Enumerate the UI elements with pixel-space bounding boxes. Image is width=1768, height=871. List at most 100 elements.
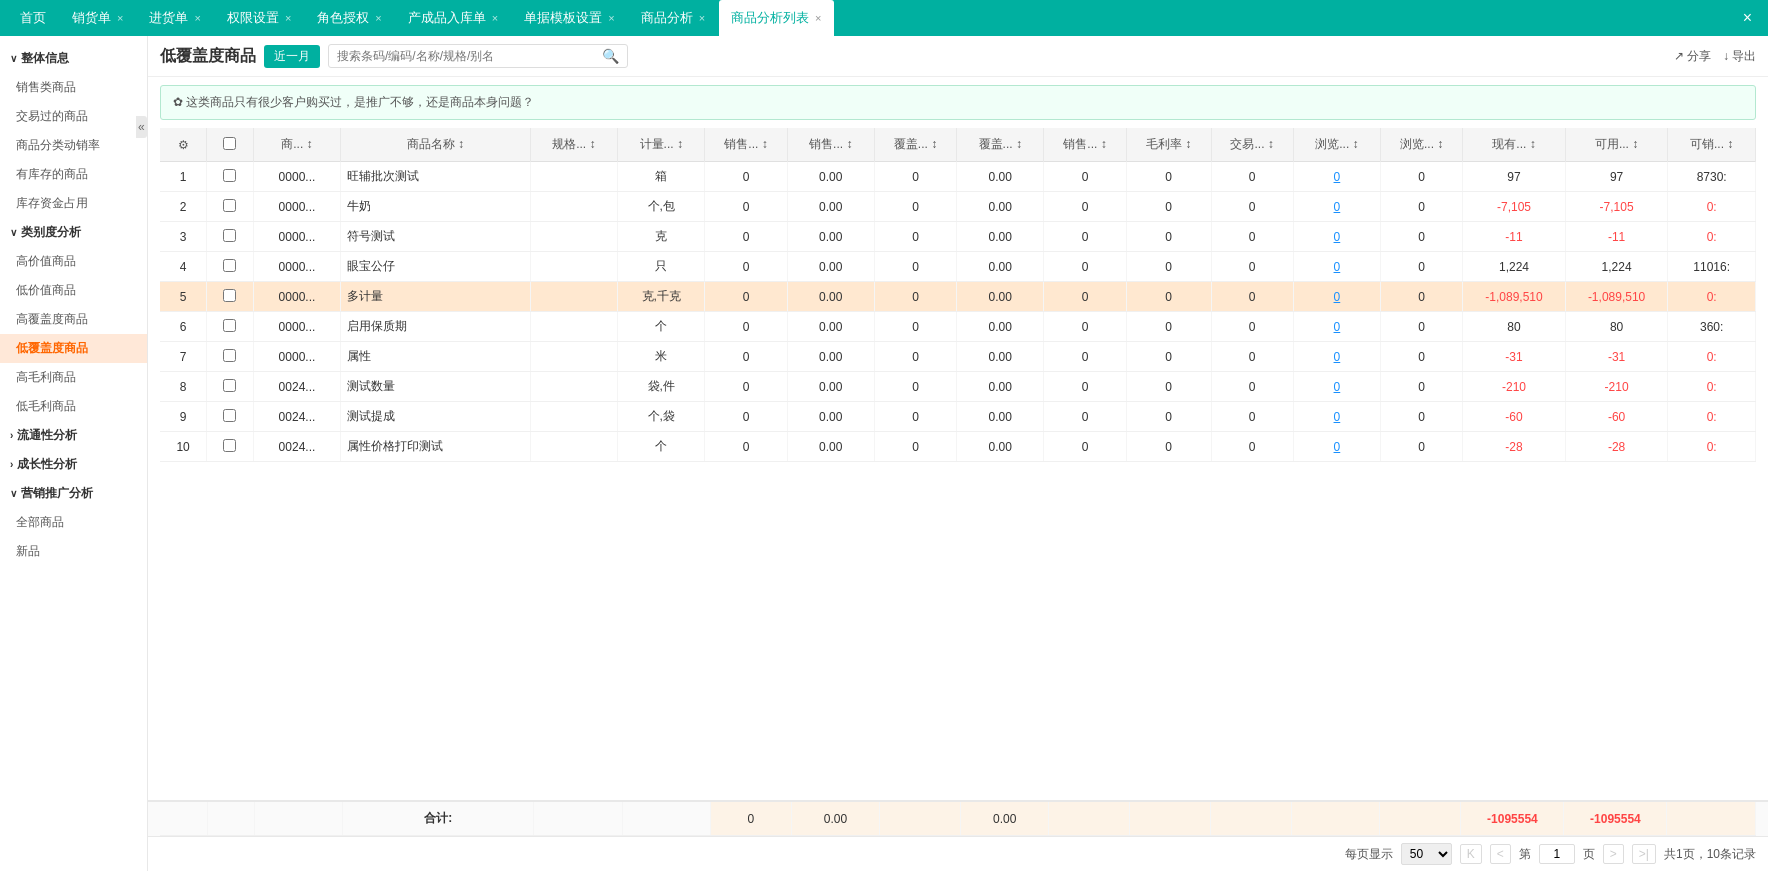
row-checkbox[interactable] [207,192,254,222]
nav-home[interactable]: 首页 [8,0,58,36]
col-cover2[interactable]: 覆盖... ↕ [957,128,1044,162]
nav-product-inbound[interactable]: 产成品入库单 × [396,0,510,36]
col-sales-qty[interactable]: 销售... ↕ [705,128,787,162]
col-sales3[interactable]: 销售... ↕ [1044,128,1126,162]
nav-close-icon[interactable]: × [375,12,381,24]
row-select-checkbox[interactable] [223,409,236,422]
row-checkbox[interactable] [207,372,254,402]
share-button[interactable]: ↗ 分享 [1674,48,1711,65]
row-sales3: 0 [1044,192,1126,222]
sidebar-section-marketing[interactable]: ∨ 营销推广分析 [0,479,147,508]
export-button[interactable]: ↓ 导出 [1723,48,1756,65]
sidebar-item-stock-goods[interactable]: 有库存的商品 [0,160,147,189]
col-stock-avail[interactable]: 可用... ↕ [1565,128,1668,162]
col-sales-amt[interactable]: 销售... ↕ [787,128,874,162]
per-page-select[interactable]: 50 20 100 [1401,843,1452,865]
row-select-checkbox[interactable] [223,229,236,242]
nav-sales-order[interactable]: 销货单 × [60,0,135,36]
row-checkbox[interactable] [207,222,254,252]
col-gross-rate[interactable]: 毛利率 ↕ [1126,128,1211,162]
col-browse2[interactable]: 浏览... ↕ [1381,128,1463,162]
nav-product-analysis-list[interactable]: 商品分析列表 × [719,0,833,36]
nav-close-icon[interactable]: × [117,12,123,24]
row-select-checkbox[interactable] [223,349,236,362]
row-browse1[interactable]: 0 [1293,342,1380,372]
sidebar-item-high-value[interactable]: 高价值商品 [0,247,147,276]
nav-close-icon[interactable]: × [285,12,291,24]
row-checkbox[interactable] [207,402,254,432]
col-settings[interactable]: ⚙ [160,128,207,162]
row-select-checkbox[interactable] [223,319,236,332]
row-browse1[interactable]: 0 [1293,432,1380,462]
nav-close-icon[interactable]: × [608,12,614,24]
col-unit[interactable]: 计量... ↕ [618,128,705,162]
last-page-button[interactable]: >| [1632,844,1656,864]
search-input[interactable] [337,49,598,63]
row-browse1[interactable]: 0 [1293,402,1380,432]
row-checkbox[interactable] [207,162,254,192]
nav-close-icon[interactable]: × [194,12,200,24]
row-checkbox[interactable] [207,312,254,342]
col-name[interactable]: 商品名称 ↕ [341,128,530,162]
search-icon[interactable]: 🔍 [602,48,619,64]
sidebar-item-high-coverage[interactable]: 高覆盖度商品 [0,305,147,334]
sidebar-collapse-button[interactable]: « [136,116,147,138]
sidebar-section-growth[interactable]: › 成长性分析 [0,450,147,479]
sidebar-item-new-goods[interactable]: 新品 [0,537,147,566]
col-browse1[interactable]: 浏览... ↕ [1293,128,1380,162]
row-browse1[interactable]: 0 [1293,252,1380,282]
row-browse1[interactable]: 0 [1293,312,1380,342]
row-checkbox[interactable] [207,282,254,312]
sidebar-section-overall[interactable]: ∨ 整体信息 [0,44,147,73]
page-number-input[interactable] [1539,844,1575,864]
row-select-checkbox[interactable] [223,379,236,392]
row-browse1[interactable]: 0 [1293,282,1380,312]
row-checkbox[interactable] [207,342,254,372]
prev-page-button[interactable]: < [1490,844,1511,864]
col-spec[interactable]: 规格... ↕ [530,128,617,162]
next-page-button[interactable]: > [1603,844,1624,864]
nav-close-icon[interactable]: × [492,12,498,24]
sidebar-item-all-goods[interactable]: 全部商品 [0,508,147,537]
sidebar-item-low-coverage[interactable]: 低覆盖度商品 [0,334,147,363]
row-select-checkbox[interactable] [223,259,236,272]
row-browse1[interactable]: 0 [1293,222,1380,252]
col-code[interactable]: 商... ↕ [253,128,340,162]
row-browse1[interactable]: 0 [1293,372,1380,402]
sidebar-section-liquidity[interactable]: › 流通性分析 [0,421,147,450]
table-footer: 合计: 0 0.00 0.00 -1095554 -1095554 [148,800,1768,836]
col-stock-cur[interactable]: 现有... ↕ [1463,128,1566,162]
sidebar-item-sales-goods[interactable]: 销售类商品 [0,73,147,102]
row-select-checkbox[interactable] [223,199,236,212]
nav-permission-settings[interactable]: 权限设置 × [215,0,303,36]
sidebar-item-high-margin[interactable]: 高毛利商品 [0,363,147,392]
window-close-button[interactable]: × [1735,5,1760,31]
date-filter-button[interactable]: 近一月 [264,45,320,68]
nav-close-icon[interactable]: × [815,12,821,24]
sidebar-item-low-value[interactable]: 低价值商品 [0,276,147,305]
sidebar-item-low-margin[interactable]: 低毛利商品 [0,392,147,421]
row-checkbox[interactable] [207,432,254,462]
row-select-checkbox[interactable] [223,439,236,452]
row-browse1[interactable]: 0 [1293,162,1380,192]
row-cover2: 0.00 [957,312,1044,342]
row-select-checkbox[interactable] [223,289,236,302]
first-page-button[interactable]: K [1460,844,1482,864]
sidebar-item-category-rate[interactable]: 商品分类动销率 [0,131,147,160]
sidebar-section-category[interactable]: ∨ 类别度分析 [0,218,147,247]
nav-product-analysis[interactable]: 商品分析 × [629,0,717,36]
row-browse1[interactable]: 0 [1293,192,1380,222]
sidebar-item-traded-goods[interactable]: 交易过的商品 [0,102,147,131]
row-checkbox[interactable] [207,252,254,282]
nav-role-auth[interactable]: 角色授权 × [305,0,393,36]
nav-purchase-order[interactable]: 进货单 × [137,0,212,36]
select-all-checkbox[interactable] [223,137,236,150]
nav-close-icon[interactable]: × [699,12,705,24]
sidebar-item-stock-fund[interactable]: 库存资金占用 [0,189,147,218]
col-cover1[interactable]: 覆盖... ↕ [874,128,956,162]
nav-template-settings[interactable]: 单据模板设置 × [512,0,626,36]
col-trade[interactable]: 交易... ↕ [1211,128,1293,162]
row-select-checkbox[interactable] [223,169,236,182]
col-stock-sale[interactable]: 可销... ↕ [1668,128,1756,162]
col-checkbox-header[interactable] [207,128,254,162]
